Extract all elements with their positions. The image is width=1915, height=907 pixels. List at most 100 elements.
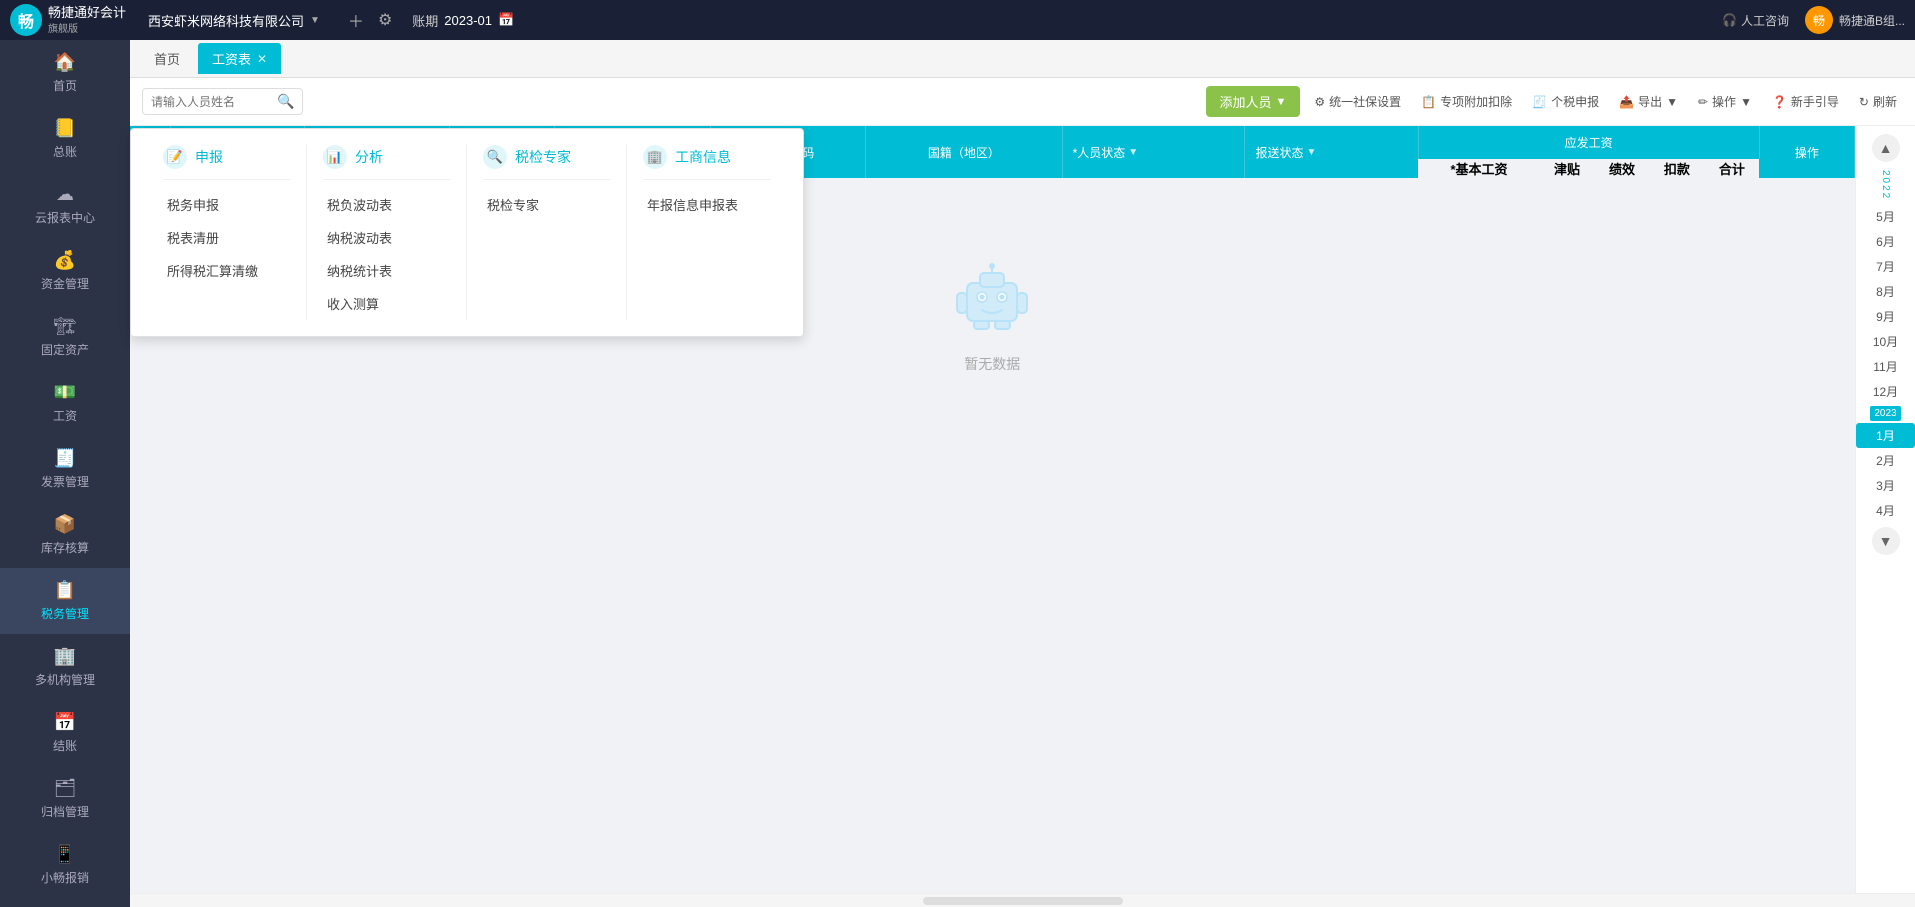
mini-sales-icon: 📱 [54, 844, 76, 865]
sidebar-label-home: 首页 [53, 77, 77, 94]
tax-col-business: 🏢 工商信息 年报信息申报表 [627, 145, 787, 320]
person-status-filter-icon[interactable]: ▼ [1128, 147, 1138, 158]
app-subtitle: 旗舰版 [48, 20, 126, 35]
sidebar-label-inventory: 库存核算 [41, 539, 89, 556]
export-dropdown-icon: ▼ [1666, 95, 1678, 109]
special-deduction-icon: 📋 [1421, 95, 1436, 109]
cal-month-7[interactable]: 7月 [1856, 254, 1915, 279]
cal-month-5[interactable]: 5月 [1856, 204, 1915, 229]
export-button[interactable]: 📤 导出 ▼ [1613, 89, 1684, 114]
ledger-icon: 📒 [54, 118, 76, 139]
menu-item-tax-wave[interactable]: 纳税波动表 [323, 221, 450, 254]
personal-tax-icon: 🧾 [1532, 95, 1547, 109]
sidebar-label-mini-sales: 小畅报销 [41, 869, 89, 886]
sidebar-item-fixed-asset[interactable]: 🏗 固定资产 [0, 304, 130, 370]
expert-icon: 🔍 [483, 145, 507, 169]
menu-item-tax-stats[interactable]: 纳税统计表 [323, 254, 450, 287]
top-bar: 畅 畅捷通好会计 旗舰版 西安虾米网络科技有限公司 ▼ ＋ ⚙ 账期 2023-… [0, 0, 1915, 40]
salary-icon: 💵 [54, 382, 76, 403]
sidebar-item-tax[interactable]: 📋 税务管理 [0, 568, 130, 634]
toolbar: 🔍 添加人员 ▼ ⚙ 统一社保设置 📋 专项附加扣除 🧾 个税申报 📤 导出 [130, 78, 1915, 126]
period-end-icon: 📅 [54, 712, 76, 733]
sidebar-item-cloud-report[interactable]: ☁ 云报表中心 [0, 172, 130, 238]
menu-item-income-estimate[interactable]: 收入测算 [323, 287, 450, 320]
unified-insurance-button[interactable]: ⚙ 统一社保设置 [1308, 89, 1407, 114]
tab-salary-label: 工资表 [212, 49, 251, 68]
service-button[interactable]: 🎧 人工咨询 [1722, 12, 1789, 29]
cal-month-4[interactable]: 4月 [1856, 498, 1915, 523]
tax-header-expert: 🔍 税检专家 [483, 145, 610, 180]
search-input[interactable] [151, 95, 271, 109]
settings-icon[interactable]: ⚙ [378, 10, 392, 30]
cal-month-3[interactable]: 3月 [1856, 473, 1915, 498]
sidebar-item-multi-org[interactable]: 🏢 多机构管理 [0, 634, 130, 700]
cal-month-8[interactable]: 8月 [1856, 279, 1915, 304]
cal-month-1[interactable]: 1月 [1856, 423, 1915, 448]
service-label: 人工咨询 [1741, 12, 1789, 29]
export-label: 导出 [1638, 93, 1662, 110]
sidebar-item-fund[interactable]: 💰 资金管理 [0, 238, 130, 304]
sidebar-item-home[interactable]: 🏠 首页 [0, 40, 130, 106]
sidebar-item-salary[interactable]: 💵 工资 [0, 370, 130, 436]
tax-col-analysis: 📊 分析 税负波动表 纳税波动表 纳税统计表 收入测算 [307, 145, 467, 320]
menu-item-annual-report[interactable]: 年报信息申报表 [643, 188, 771, 221]
tab-bar: 首页 工资表 ✕ [130, 40, 1915, 78]
cloud-icon: ☁ [56, 184, 74, 205]
refresh-label: 刷新 [1873, 93, 1897, 110]
company-selector[interactable]: 西安虾米网络科技有限公司 ▼ [140, 7, 328, 34]
operation-icon: ✏ [1698, 95, 1708, 109]
sidebar-item-period-end[interactable]: 📅 结账 [0, 700, 130, 766]
logo-icon: 畅 [10, 4, 42, 36]
cal-month-12[interactable]: 12月 [1856, 379, 1915, 404]
menu-item-tax-burden[interactable]: 税负波动表 [323, 188, 450, 221]
table-header-report-status: 报送状态 ▼ [1245, 126, 1418, 178]
report-status-filter-icon[interactable]: ▼ [1307, 147, 1317, 158]
sidebar-item-inventory[interactable]: 📦 库存核算 [0, 502, 130, 568]
table-header-payroll: 应发工资 [1418, 126, 1759, 159]
tax-header-declaration: 📝 申报 [163, 145, 290, 180]
search-box[interactable]: 🔍 [142, 88, 303, 115]
operation-label: 操作 [1712, 93, 1736, 110]
sidebar-item-basic-settings[interactable]: ⚙ 基础设置 [0, 898, 130, 907]
sidebar-label-fixed-asset: 固定资产 [41, 341, 89, 358]
add-person-button[interactable]: 添加人员 ▼ [1206, 86, 1301, 117]
cal-month-2[interactable]: 2月 [1856, 448, 1915, 473]
fixed-asset-icon: 🏗 [54, 316, 77, 337]
calendar-up-icon[interactable]: ▲ [1872, 134, 1900, 162]
analysis-icon: 📊 [323, 145, 347, 169]
tab-salary[interactable]: 工资表 ✕ [198, 43, 281, 74]
special-deduction-button[interactable]: 📋 专项附加扣除 [1415, 89, 1518, 114]
operation-button[interactable]: ✏ 操作 ▼ [1692, 89, 1758, 114]
menu-item-tax-declaration[interactable]: 税务申报 [163, 188, 290, 221]
add-company-icon[interactable]: ＋ [348, 8, 364, 32]
refresh-button[interactable]: ↻ 刷新 [1853, 89, 1903, 114]
cal-month-6[interactable]: 6月 [1856, 229, 1915, 254]
user-area[interactable]: 畅 畅捷通B组... [1805, 6, 1905, 34]
search-icon: 🔍 [277, 93, 294, 110]
invoice-icon: 🧾 [54, 448, 76, 469]
table-header-nation: 国籍（地区） [866, 126, 1062, 178]
menu-item-tax-expert[interactable]: 税检专家 [483, 188, 610, 221]
cal-month-10[interactable]: 10月 [1856, 329, 1915, 354]
calendar-icon[interactable]: 📅 [498, 12, 514, 28]
cal-month-11[interactable]: 11月 [1856, 354, 1915, 379]
avatar: 畅 [1805, 6, 1833, 34]
year-2023-label: 2023 [1870, 406, 1900, 421]
sidebar-item-archive[interactable]: 🗂 归档管理 [0, 766, 130, 832]
cal-month-9[interactable]: 9月 [1856, 304, 1915, 329]
calendar-down-icon[interactable]: ▼ [1872, 527, 1900, 555]
tab-close-icon[interactable]: ✕ [257, 52, 267, 66]
sidebar-item-ledger[interactable]: 📒 总账 [0, 106, 130, 172]
new-guide-button[interactable]: ❓ 新手引导 [1766, 89, 1845, 114]
sidebar-item-mini-sales[interactable]: 📱 小畅报销 [0, 832, 130, 898]
menu-item-income-tax[interactable]: 所得税汇算清缴 [163, 254, 290, 287]
sidebar-item-invoice[interactable]: 🧾 发票管理 [0, 436, 130, 502]
add-person-label: 添加人员 [1220, 92, 1272, 111]
tab-home[interactable]: 首页 [140, 43, 194, 74]
table-header-person-status: *人员状态 ▼ [1062, 126, 1245, 178]
horizontal-scrollbar[interactable] [923, 897, 1123, 905]
menu-item-tax-table[interactable]: 税表清册 [163, 221, 290, 254]
add-dropdown-arrow-icon: ▼ [1276, 96, 1287, 108]
personal-tax-button[interactable]: 🧾 个税申报 [1526, 89, 1605, 114]
scrollbar-area [130, 893, 1915, 907]
